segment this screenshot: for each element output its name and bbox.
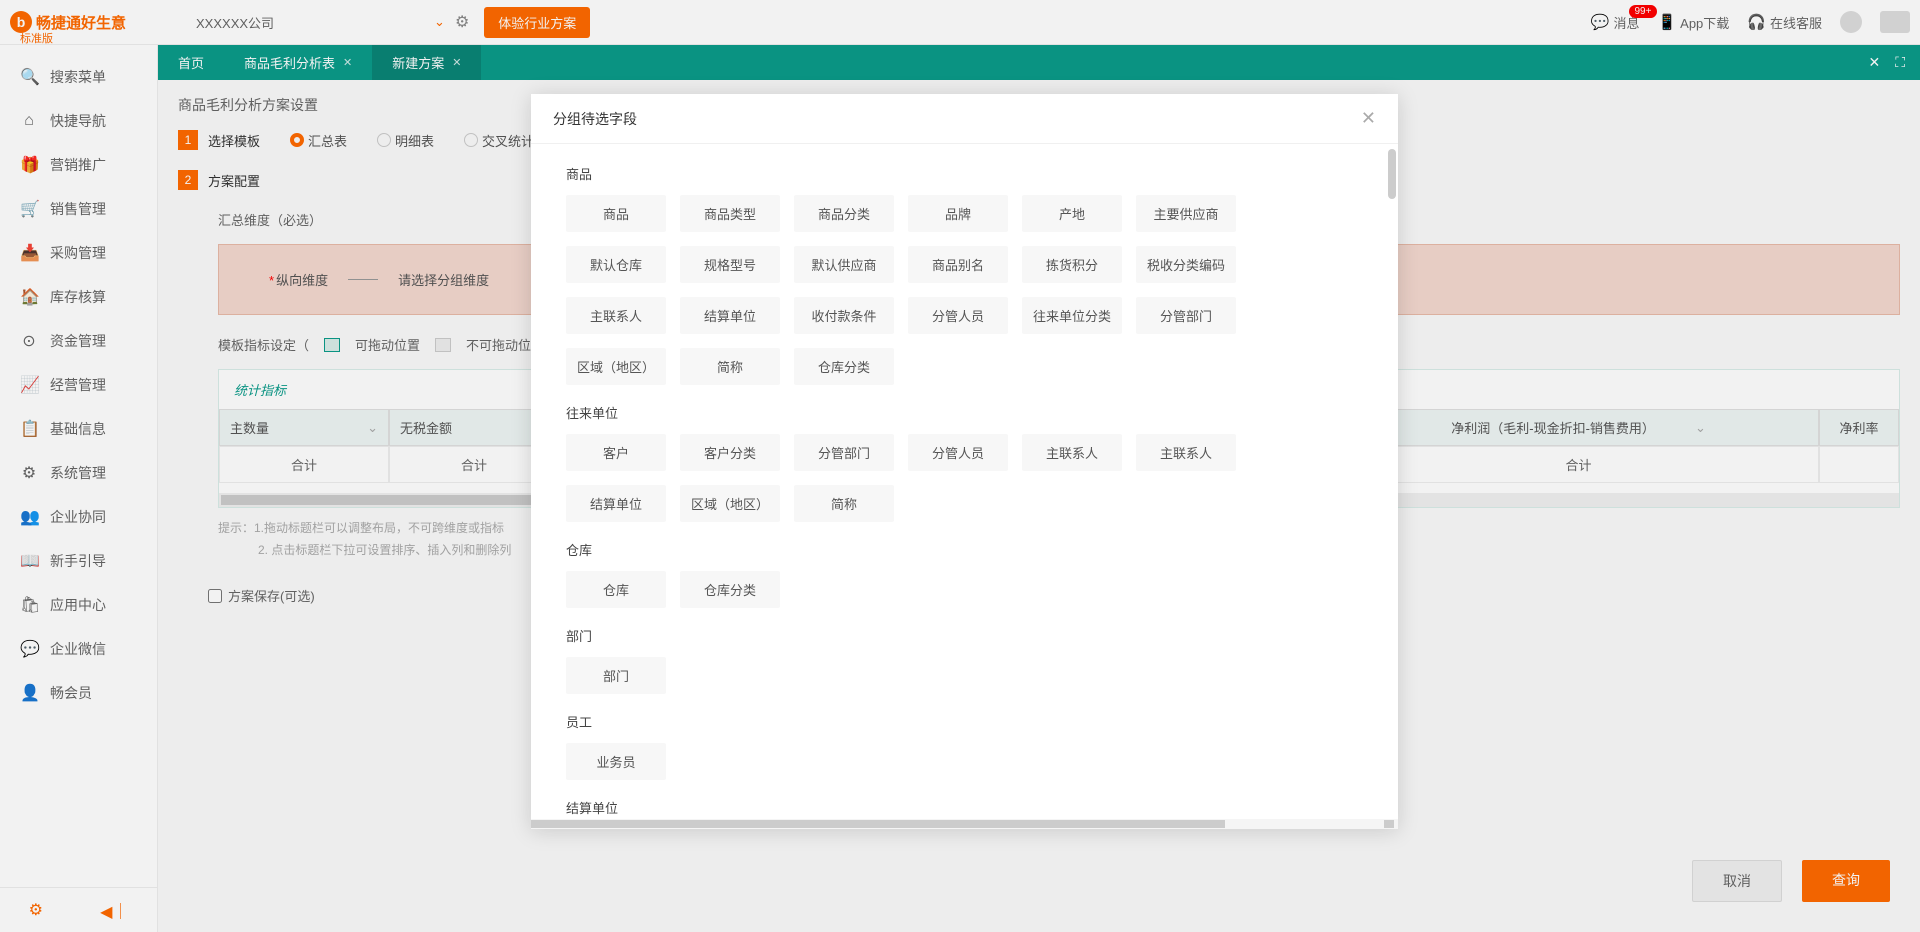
chip-row: 商品商品类型商品分类品牌产地主要供应商默认仓库规格型号默认供应商商品别名拣货积分…: [566, 195, 1343, 385]
field-chip[interactable]: 简称: [680, 348, 780, 385]
field-chip[interactable]: 主联系人: [1022, 434, 1122, 471]
modal-header: 分组待选字段 ✕: [531, 94, 1398, 144]
field-chip[interactable]: 客户分类: [680, 434, 780, 471]
chip-row: 仓库仓库分类: [566, 571, 1343, 608]
field-chip[interactable]: 分管部门: [794, 434, 894, 471]
field-chip[interactable]: 商品: [566, 195, 666, 232]
field-chip[interactable]: 主要供应商: [1136, 195, 1236, 232]
group-title: 员工: [566, 712, 1343, 731]
field-chip[interactable]: 税收分类编码: [1136, 246, 1236, 283]
close-icon[interactable]: ✕: [1361, 108, 1376, 129]
field-chip[interactable]: 简称: [794, 485, 894, 522]
field-chip[interactable]: 客户: [566, 434, 666, 471]
field-chip[interactable]: 商品分类: [794, 195, 894, 232]
group-title: 仓库: [566, 540, 1343, 559]
vertical-scrollbar[interactable]: [1388, 149, 1396, 199]
group-title: 商品: [566, 164, 1343, 183]
field-group-3: 部门部门: [566, 626, 1343, 694]
field-chip[interactable]: 默认仓库: [566, 246, 666, 283]
field-chip[interactable]: 结算单位: [566, 485, 666, 522]
field-chip[interactable]: 仓库分类: [680, 571, 780, 608]
chip-row: 部门: [566, 657, 1343, 694]
field-chip[interactable]: 区域（地区）: [680, 485, 780, 522]
field-chip[interactable]: 部门: [566, 657, 666, 694]
field-chip[interactable]: 产地: [1022, 195, 1122, 232]
field-chip[interactable]: 商品类型: [680, 195, 780, 232]
field-chip[interactable]: 分管人员: [908, 297, 1008, 334]
field-chip[interactable]: 品牌: [908, 195, 1008, 232]
field-chip[interactable]: 主联系人: [1136, 434, 1236, 471]
field-chip[interactable]: 区域（地区）: [566, 348, 666, 385]
group-title: 往来单位: [566, 403, 1343, 422]
group-title: 结算单位: [566, 798, 1343, 817]
modal-body: 商品商品商品类型商品分类品牌产地主要供应商默认仓库规格型号默认供应商商品别名拣货…: [531, 144, 1398, 819]
field-group-2: 仓库仓库仓库分类: [566, 540, 1343, 608]
field-chip[interactable]: 往来单位分类: [1022, 297, 1122, 334]
field-chip[interactable]: 主联系人: [566, 297, 666, 334]
field-chip[interactable]: 收付款条件: [794, 297, 894, 334]
chip-row: 业务员: [566, 743, 1343, 780]
field-group-0: 商品商品商品类型商品分类品牌产地主要供应商默认仓库规格型号默认供应商商品别名拣货…: [566, 164, 1343, 385]
group-title: 部门: [566, 626, 1343, 645]
field-group-1: 往来单位客户客户分类分管部门分管人员主联系人主联系人结算单位区域（地区）简称: [566, 403, 1343, 522]
field-chip[interactable]: 分管部门: [1136, 297, 1236, 334]
field-chip[interactable]: 结算单位: [680, 297, 780, 334]
field-group-5: 结算单位结算客户主联系人结算单位收付款条件分管人员分管部门区域（地区）简称: [566, 798, 1343, 819]
field-chip[interactable]: 分管人员: [908, 434, 1008, 471]
modal-hscroll[interactable]: [531, 819, 1398, 829]
field-chip[interactable]: 业务员: [566, 743, 666, 780]
field-chip[interactable]: 仓库分类: [794, 348, 894, 385]
field-chip[interactable]: 拣货积分: [1022, 246, 1122, 283]
modal-title: 分组待选字段: [553, 109, 637, 129]
field-chip[interactable]: 仓库: [566, 571, 666, 608]
field-chip[interactable]: 默认供应商: [794, 246, 894, 283]
field-chip[interactable]: 商品别名: [908, 246, 1008, 283]
field-chip[interactable]: 规格型号: [680, 246, 780, 283]
field-select-modal: 分组待选字段 ✕ 商品商品商品类型商品分类品牌产地主要供应商默认仓库规格型号默认…: [531, 94, 1398, 829]
chip-row: 客户客户分类分管部门分管人员主联系人主联系人结算单位区域（地区）简称: [566, 434, 1343, 522]
field-group-4: 员工业务员: [566, 712, 1343, 780]
